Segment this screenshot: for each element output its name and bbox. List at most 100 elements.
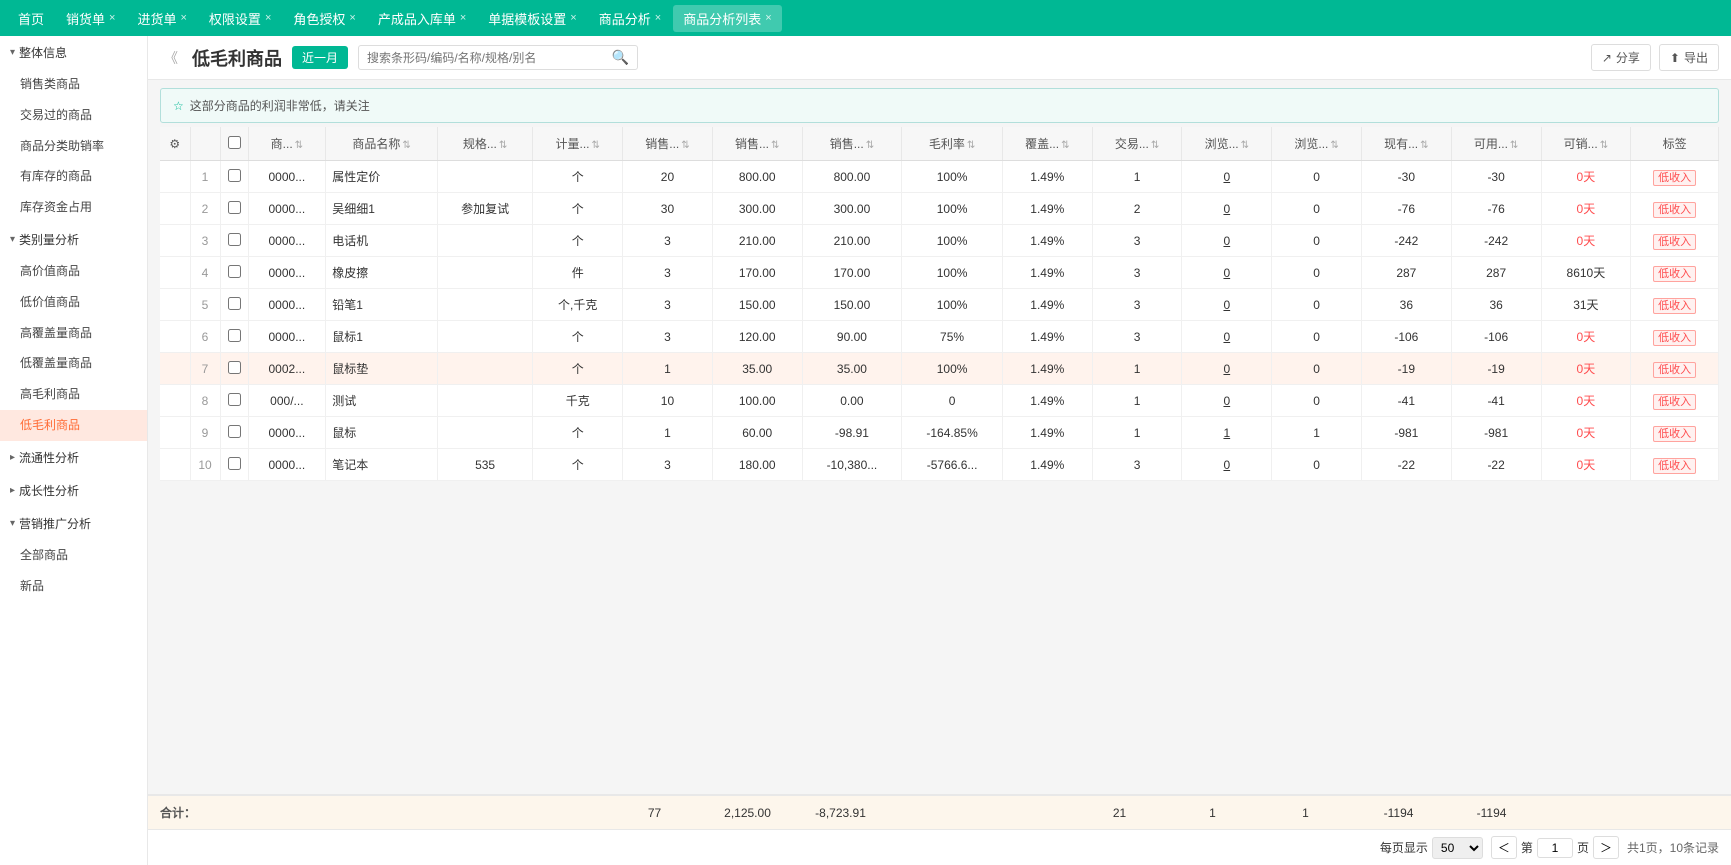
col-sales-amount[interactable]: 销售...⇅ [712, 127, 802, 161]
sidebar-group-marketing[interactable]: ▾ 营销推广分析 [0, 507, 147, 540]
col-tag[interactable]: 标签 [1631, 127, 1719, 161]
nav-close-role[interactable]: × [349, 12, 355, 24]
cell-check[interactable] [220, 321, 248, 353]
nav-close-template[interactable]: × [570, 12, 576, 24]
row-checkbox-4[interactable] [228, 297, 241, 310]
row-checkbox-6[interactable] [228, 361, 241, 374]
cell-check[interactable] [220, 385, 248, 417]
row-checkbox-0[interactable] [228, 169, 241, 182]
sidebar-group-category[interactable]: ▾ 类别量分析 [0, 223, 147, 256]
sort-icon-code[interactable]: ⇅ [295, 140, 303, 151]
col-view-count2[interactable]: 浏览...⇅ [1272, 127, 1362, 161]
nav-item-product-entry[interactable]: 产成品入库单 × [368, 5, 476, 32]
nav-item-analysis[interactable]: 商品分析 × [589, 5, 671, 32]
nav-close-analysis[interactable]: × [655, 12, 661, 24]
row-checkbox-3[interactable] [228, 265, 241, 278]
sidebar-item-stock-capital[interactable]: 库存资金占用 [0, 192, 147, 223]
cell-check[interactable] [220, 353, 248, 385]
sort-icon-name[interactable]: ⇅ [402, 140, 410, 151]
sort-icon-current-stock[interactable]: ⇅ [1420, 140, 1428, 151]
cell-check[interactable] [220, 225, 248, 257]
col-cover-rate[interactable]: 覆盖...⇅ [1002, 127, 1092, 161]
sort-icon-gross-rate[interactable]: ⇅ [967, 140, 975, 151]
sidebar-item-category-sales-rate[interactable]: 商品分类助销率 [0, 131, 147, 162]
sort-icon-sales-profit[interactable]: ⇅ [866, 140, 874, 151]
nav-item-template[interactable]: 单据模板设置 × [478, 5, 586, 32]
col-sales-count[interactable]: 销售...⇅ [623, 127, 713, 161]
col-available[interactable]: 可用...⇅ [1451, 127, 1541, 161]
sidebar-item-high-value[interactable]: 高价值商品 [0, 256, 147, 287]
cell-check[interactable] [220, 417, 248, 449]
col-code[interactable]: 商...⇅ [248, 127, 326, 161]
sort-icon-spec[interactable]: ⇅ [499, 140, 507, 151]
col-settings[interactable]: ⚙ [160, 127, 190, 161]
sidebar-group-overall[interactable]: ▾ 整体信息 [0, 36, 147, 69]
sidebar-group-circulation[interactable]: ▸ 流通性分析 [0, 441, 147, 474]
col-spec[interactable]: 规格...⇅ [437, 127, 532, 161]
cell-check[interactable] [220, 289, 248, 321]
col-check[interactable] [220, 127, 248, 161]
sort-icon-view-count1[interactable]: ⇅ [1241, 140, 1249, 151]
select-all-checkbox[interactable] [228, 136, 241, 149]
prev-page-button[interactable]: ＜ [1491, 836, 1517, 859]
col-gross-rate[interactable]: 毛利率⇅ [902, 127, 1003, 161]
per-page-select[interactable]: 50 100 [1432, 837, 1483, 859]
sidebar-item-all-products[interactable]: 全部商品 [0, 540, 147, 571]
nav-close-analysis-list[interactable]: × [765, 12, 771, 24]
sort-icon-view-count2[interactable]: ⇅ [1330, 140, 1338, 151]
search-input[interactable] [367, 51, 612, 65]
nav-close-purchase[interactable]: × [180, 12, 186, 24]
sidebar-item-sales-products[interactable]: 销售类商品 [0, 69, 147, 100]
col-saleable[interactable]: 可销...⇅ [1541, 127, 1631, 161]
sidebar-item-traded-products[interactable]: 交易过的商品 [0, 100, 147, 131]
next-page-button[interactable]: ＞ [1593, 836, 1619, 859]
nav-item-home[interactable]: 首页 [8, 5, 54, 32]
row-checkbox-8[interactable] [228, 425, 241, 438]
col-current-stock[interactable]: 现有...⇅ [1361, 127, 1451, 161]
row-checkbox-9[interactable] [228, 457, 241, 470]
sort-icon-cover-rate[interactable]: ⇅ [1061, 140, 1069, 151]
row-checkbox-1[interactable] [228, 201, 241, 214]
sort-icon-available[interactable]: ⇅ [1510, 140, 1518, 151]
date-filter-button[interactable]: 近一月 [292, 46, 348, 69]
sidebar-item-high-margin[interactable]: 高毛利商品 [0, 379, 147, 410]
export-button[interactable]: ⬆ 导出 [1659, 44, 1719, 71]
sidebar-item-low-coverage[interactable]: 低覆盖量商品 [0, 348, 147, 379]
sidebar-group-growth[interactable]: ▸ 成长性分析 [0, 474, 147, 507]
row-checkbox-5[interactable] [228, 329, 241, 342]
nav-item-permission[interactable]: 权限设置 × [199, 5, 281, 32]
col-view-count1[interactable]: 浏览...⇅ [1182, 127, 1272, 161]
sort-icon-saleable[interactable]: ⇅ [1600, 140, 1608, 151]
page-number-input[interactable] [1537, 838, 1573, 858]
share-button[interactable]: ↗ 分享 [1591, 44, 1651, 71]
cell-check[interactable] [220, 257, 248, 289]
sidebar-item-new-products[interactable]: 新品 [0, 571, 147, 602]
col-unit[interactable]: 计量...⇅ [533, 127, 623, 161]
sidebar-item-low-margin[interactable]: 低毛利商品 [0, 410, 147, 441]
sort-icon-sales-count[interactable]: ⇅ [681, 140, 689, 151]
row-checkbox-2[interactable] [228, 233, 241, 246]
sidebar-item-low-value[interactable]: 低价值商品 [0, 287, 147, 318]
col-trade-count[interactable]: 交易...⇅ [1092, 127, 1182, 161]
nav-close-product-entry[interactable]: × [460, 12, 466, 24]
col-name[interactable]: 商品名称⇅ [326, 127, 438, 161]
sort-icon-trade-count[interactable]: ⇅ [1151, 140, 1159, 151]
cell-check[interactable] [220, 449, 248, 481]
nav-item-role[interactable]: 角色授权 × [283, 5, 365, 32]
sidebar-item-stocked-products[interactable]: 有库存的商品 [0, 161, 147, 192]
search-icon[interactable]: 🔍 [612, 49, 629, 66]
row-checkbox-7[interactable] [228, 393, 241, 406]
nav-item-sales[interactable]: 销货单 × [56, 5, 125, 32]
nav-close-permission[interactable]: × [265, 12, 271, 24]
col-sales-profit[interactable]: 销售...⇅ [802, 127, 902, 161]
sidebar-collapse-btn[interactable]: 《 [160, 46, 182, 70]
sort-icon-sales-amount[interactable]: ⇅ [771, 140, 779, 151]
cell-check[interactable] [220, 193, 248, 225]
cell-settings [160, 353, 190, 385]
nav-item-purchase[interactable]: 进货单 × [127, 5, 196, 32]
sort-icon-unit[interactable]: ⇅ [592, 140, 600, 151]
nav-item-analysis-list[interactable]: 商品分析列表 × [673, 5, 781, 32]
cell-check[interactable] [220, 161, 248, 193]
sidebar-item-high-coverage[interactable]: 高覆盖量商品 [0, 318, 147, 349]
nav-close-sales[interactable]: × [109, 12, 115, 24]
